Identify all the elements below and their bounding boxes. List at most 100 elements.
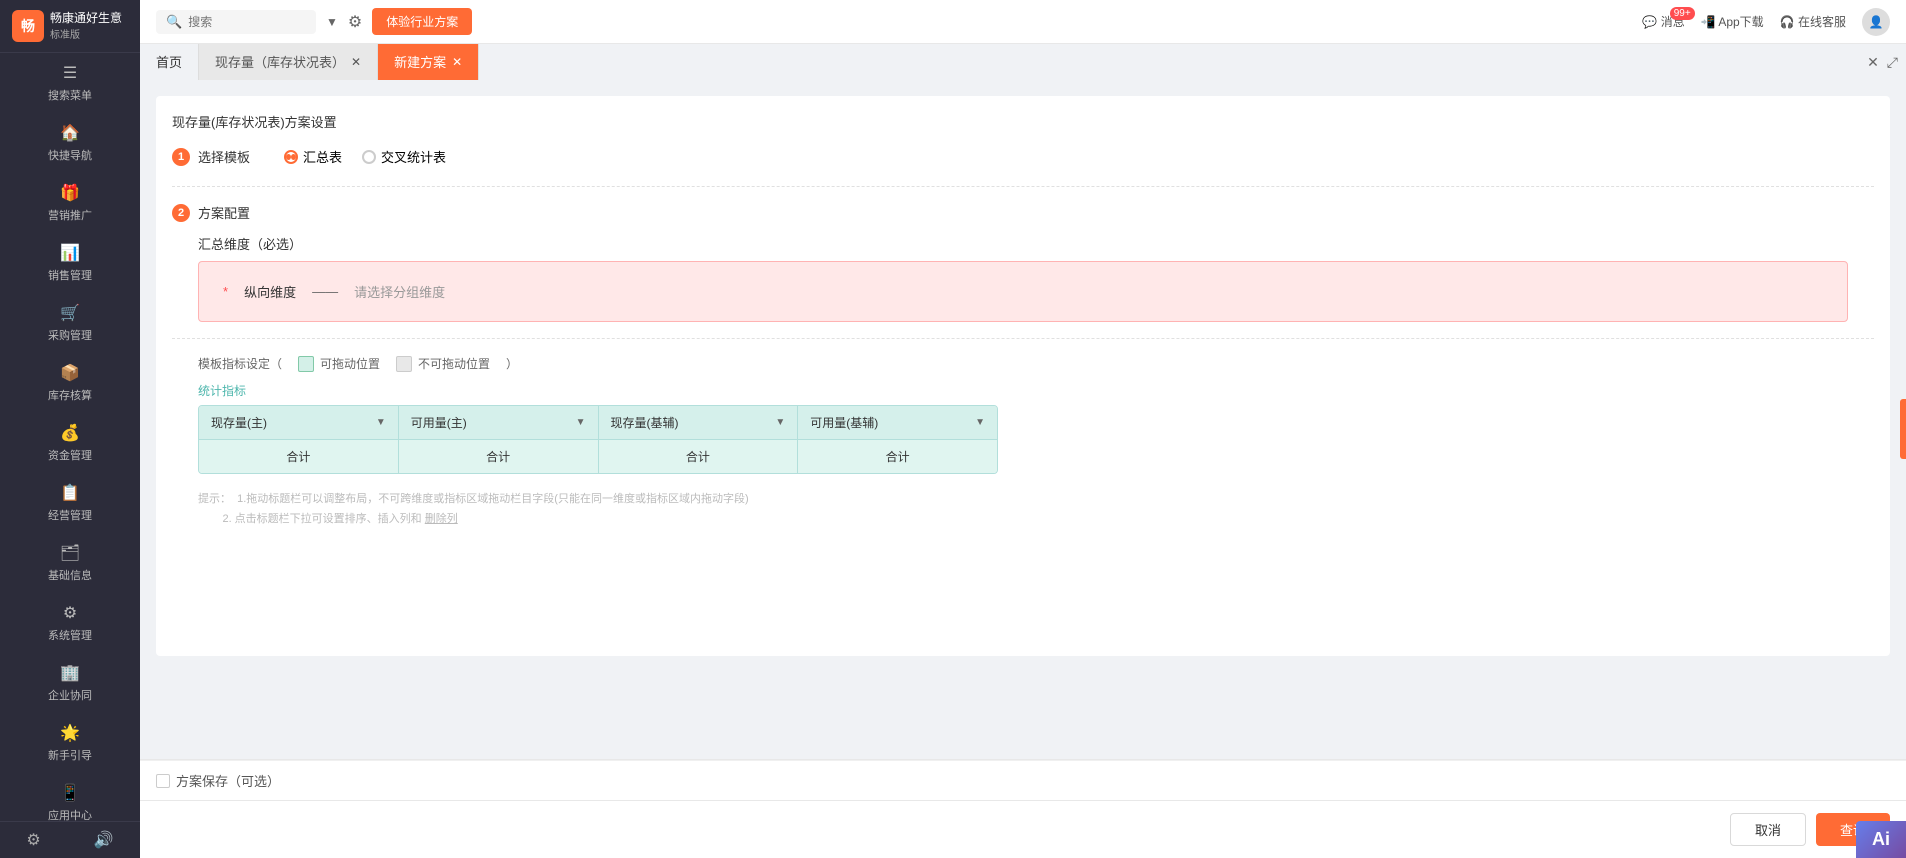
sound-button[interactable]: 🔊 [94,830,114,850]
tab-home-label: 首页 [156,52,182,71]
sidebar-item-label: 快捷导航 [48,147,92,163]
stats-table: 现存量(主) ▼ 合计 可用量(主) ▼ [198,405,998,474]
sidebar-item-operation[interactable]: 📋 经营管理 [0,473,140,533]
search-icon: 🔍 [166,14,182,30]
sidebar-item-label: 经营管理 [48,507,92,523]
step1-section: 1 选择模板 汇总表 交叉统计表 [172,147,1874,166]
radio-cross[interactable]: 交叉统计表 [362,147,446,166]
message-wrap[interactable]: 💬 99+ 消息 [1642,13,1684,30]
topbar-search-box[interactable]: 🔍 [156,10,316,34]
col-current-main-header[interactable]: 现存量(主) ▼ [199,406,398,440]
close-panel-icon[interactable]: ✕ [1867,54,1879,71]
home-icon: 🏠 [60,123,80,143]
radio-cross-dot [362,150,376,164]
step1-num: 1 [172,148,190,166]
trial-industry-button[interactable]: 体验行业方案 [372,8,472,35]
sidebar-item-finance[interactable]: 💰 资金管理 [0,413,140,473]
settings-button[interactable]: ⚙ [26,830,40,850]
cancel-button[interactable]: 取消 [1730,813,1806,846]
settings-panel: 现存量(库存状况表)方案设置 1 选择模板 汇总表 [156,96,1890,656]
col-current-main-chevron: ▼ [376,417,386,428]
col-available-main: 可用量(主) ▼ 合计 [399,406,599,473]
ai-badge[interactable]: Ai [1856,821,1906,858]
logo-icon: 畅 [12,10,44,42]
required-mark: * [223,284,228,299]
topbar-gear-icon[interactable]: ⚙ [348,12,362,32]
app-download-label: App下载 [1718,15,1763,29]
folder-icon: 🗂 [60,543,80,563]
building-icon: 🏢 [60,663,80,683]
col-current-aux-label: 现存量(基辅) [611,414,679,431]
legend-unmovable: 不可拖动位置 [396,355,490,372]
tab-bar: 首页 现存量（库存状况表） ✕ 新建方案 ✕ ✕ ⤢ [140,44,1906,80]
col-available-main-value: 合计 [399,440,598,473]
col-current-aux-value: 合计 [599,440,798,473]
radio-cross-label: 交叉统计表 [381,147,446,166]
col-available-main-header[interactable]: 可用量(主) ▼ [399,406,598,440]
field-label: 纵向维度 [244,282,296,301]
col-available-aux-value: 合计 [798,440,997,473]
user-avatar[interactable]: 👤 [1862,8,1890,36]
sidebar-item-enterprise[interactable]: 🏢 企业协同 [0,653,140,713]
tips-section: 提示： 1.拖动标题栏可以调整布局，不可跨维度或指标区域拖动栏目字段(只能在同一… [198,490,1874,526]
step2-header: 2 方案配置 [172,203,1874,222]
tabs: 首页 现存量（库存状况表） ✕ 新建方案 ✕ [140,44,479,80]
download-icon: 📲 [1701,15,1716,29]
sidebar-item-search-menu[interactable]: ☰ 搜索菜单 [0,53,140,113]
legend-label: 模板指标设定（ [198,355,282,372]
col-available-aux-label: 可用量(基辅) [810,414,878,431]
tab-home[interactable]: 首页 [140,44,199,80]
sidebar-item-sales[interactable]: 📊 销售管理 [0,233,140,293]
content-area: 现存量(库存状况表)方案设置 1 选择模板 汇总表 [140,80,1906,759]
legend-close-paren: ） [506,355,518,372]
sidebar-item-label: 新手引导 [48,747,92,763]
logo-text-block: 畅康通好生意 标准版 [50,11,122,42]
sidebar-item-label: 搜索菜单 [48,87,92,103]
sidebar-item-basic-info[interactable]: 🗂 基础信息 [0,533,140,593]
search-input[interactable] [188,15,288,29]
dropdown-arrow-icon[interactable]: ▼ [326,15,338,29]
money-icon: 💰 [60,423,80,443]
chart-icon: 📊 [60,243,80,263]
sidebar-item-app-center[interactable]: 📱 应用中心 [0,773,140,821]
col-available-aux-header[interactable]: 可用量(基辅) ▼ [798,406,997,440]
right-edge-handle[interactable] [1900,399,1906,459]
tip2-link[interactable]: 删除列 [425,513,458,525]
tab-new-scheme[interactable]: 新建方案 ✕ [378,44,479,80]
sidebar-item-label: 基础信息 [48,567,92,583]
sidebar-item-label: 采购管理 [48,327,92,343]
tab-new-scheme-close-icon[interactable]: ✕ [452,55,462,69]
sidebar-item-label: 企业协同 [48,687,92,703]
sidebar-item-marketing[interactable]: 🎁 营销推广 [0,173,140,233]
expand-panel-icon[interactable]: ⤢ [1887,54,1898,71]
online-service-label: 在线客服 [1798,15,1846,29]
dash: —— [312,284,338,299]
radio-summary[interactable]: 汇总表 [284,147,342,166]
sidebar-logo: 畅 畅康通好生意 标准版 [0,0,140,53]
sidebar-item-inventory[interactable]: 📦 库存核算 [0,353,140,413]
tab-inventory-status[interactable]: 现存量（库存状况表） ✕ [199,44,378,80]
save-checkbox[interactable] [156,774,170,788]
col-current-aux: 现存量(基辅) ▼ 合计 [599,406,799,473]
save-option[interactable]: 方案保存（可选） [140,760,1906,800]
cart-icon: 🛒 [60,303,80,323]
agg-box: * 纵向维度 —— 请选择分组维度 [198,261,1848,322]
sidebar-item-quick-nav[interactable]: 🏠 快捷导航 [0,113,140,173]
tab-inventory-status-label: 现存量（库存状况表） [215,52,345,71]
unmovable-legend-label: 不可拖动位置 [418,355,490,372]
col-current-main-value: 合计 [199,440,398,473]
sidebar-item-purchase[interactable]: 🛒 采购管理 [0,293,140,353]
app-download[interactable]: 📲 App下载 [1701,13,1764,30]
sidebar-item-label: 库存核算 [48,387,92,403]
col-current-aux-header[interactable]: 现存量(基辅) ▼ [599,406,798,440]
online-service[interactable]: 🎧 在线客服 [1780,13,1846,30]
tab-inventory-close-icon[interactable]: ✕ [351,55,361,69]
sidebar: 畅 畅康通好生意 标准版 ☰ 搜索菜单 🏠 快捷导航 🎁 营销推广 📊 销售管理… [0,0,140,858]
col-current-aux-chevron: ▼ [775,417,785,428]
radio-summary-label: 汇总表 [303,147,342,166]
sidebar-item-new-guide[interactable]: 🌟 新手引导 [0,713,140,773]
sidebar-item-system[interactable]: ⚙ 系统管理 [0,593,140,653]
phone-icon: 📱 [60,783,80,803]
indicator-legend: 模板指标设定（ 可拖动位置 不可拖动位置 ） [198,355,1874,372]
sidebar-item-label: 应用中心 [48,807,92,821]
